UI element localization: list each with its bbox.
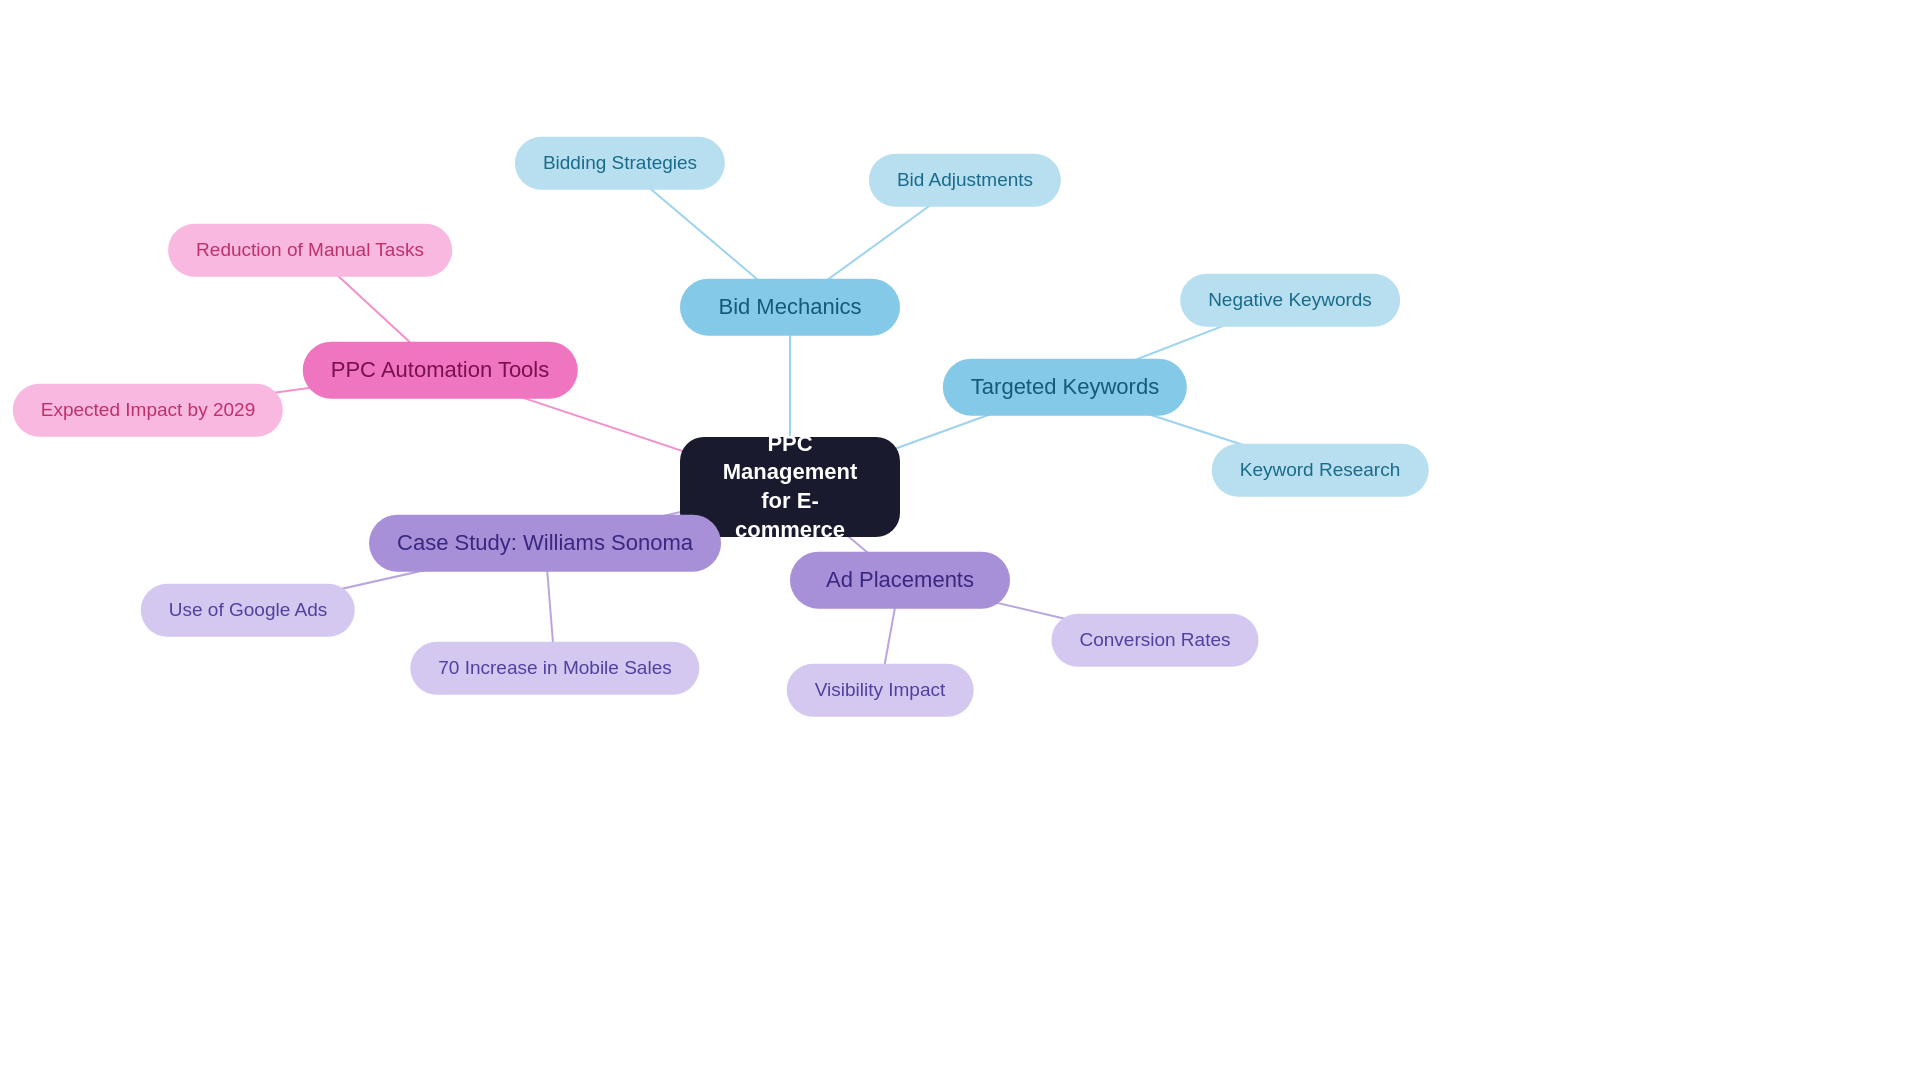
node-negative-keywords[interactable]: Negative Keywords <box>1180 274 1400 327</box>
node-case-study[interactable]: Case Study: Williams Sonoma <box>369 515 721 572</box>
node-keyword-research[interactable]: Keyword Research <box>1212 444 1429 497</box>
node-mobile-sales[interactable]: 70 Increase in Mobile Sales <box>410 642 699 695</box>
node-reduction-manual[interactable]: Reduction of Manual Tasks <box>168 224 452 277</box>
node-ad-placements[interactable]: Ad Placements <box>790 552 1010 609</box>
node-ppc-automation[interactable]: PPC Automation Tools <box>303 342 578 399</box>
node-visibility-impact[interactable]: Visibility Impact <box>787 664 974 717</box>
node-expected-impact[interactable]: Expected Impact by 2029 <box>13 384 283 437</box>
node-conversion-rates[interactable]: Conversion Rates <box>1051 614 1258 667</box>
node-google-ads[interactable]: Use of Google Ads <box>141 584 355 637</box>
center-node[interactable]: PPC Management for E-commerce <box>680 437 900 537</box>
mindmap-container: PPC Management for E-commerce Bid Mechani… <box>0 0 1920 1083</box>
node-bid-mechanics[interactable]: Bid Mechanics <box>680 279 900 336</box>
node-targeted-keywords[interactable]: Targeted Keywords <box>943 359 1187 416</box>
node-bidding-strategies[interactable]: Bidding Strategies <box>515 137 725 190</box>
node-bid-adjustments[interactable]: Bid Adjustments <box>869 154 1061 207</box>
